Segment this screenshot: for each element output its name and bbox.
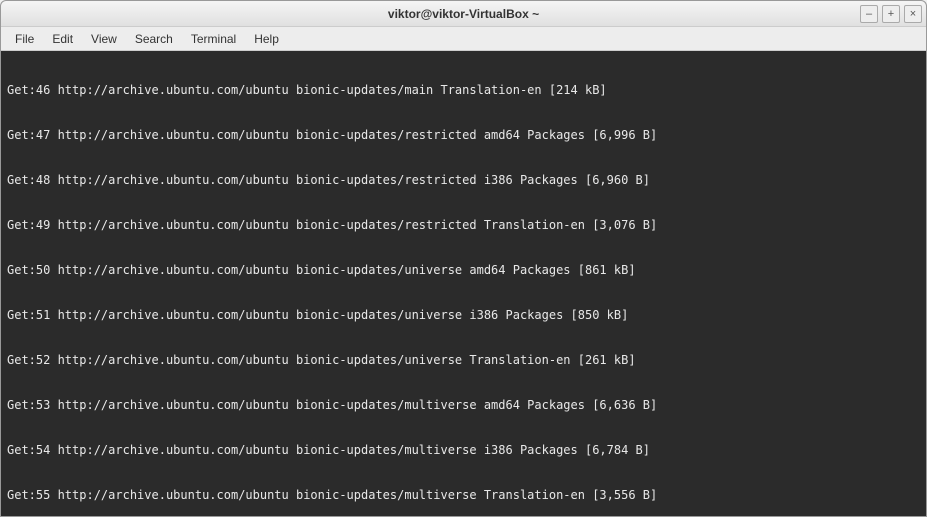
- output-line: Get:53 http://archive.ubuntu.com/ubuntu …: [7, 398, 920, 413]
- output-line: Get:49 http://archive.ubuntu.com/ubuntu …: [7, 218, 920, 233]
- menu-help[interactable]: Help: [246, 29, 287, 49]
- output-line: Get:55 http://archive.ubuntu.com/ubuntu …: [7, 488, 920, 503]
- maximize-button[interactable]: +: [882, 5, 900, 23]
- menu-file[interactable]: File: [7, 29, 42, 49]
- minimize-button[interactable]: –: [860, 5, 878, 23]
- menu-view[interactable]: View: [83, 29, 125, 49]
- titlebar[interactable]: viktor@viktor-VirtualBox ~ – + ×: [1, 1, 926, 27]
- menu-terminal[interactable]: Terminal: [183, 29, 244, 49]
- output-line: Get:46 http://archive.ubuntu.com/ubuntu …: [7, 83, 920, 98]
- close-button[interactable]: ×: [904, 5, 922, 23]
- menu-search[interactable]: Search: [127, 29, 181, 49]
- output-line: Get:50 http://archive.ubuntu.com/ubuntu …: [7, 263, 920, 278]
- output-line: Get:51 http://archive.ubuntu.com/ubuntu …: [7, 308, 920, 323]
- menu-edit[interactable]: Edit: [44, 29, 81, 49]
- output-line: Get:54 http://archive.ubuntu.com/ubuntu …: [7, 443, 920, 458]
- output-line: Get:52 http://archive.ubuntu.com/ubuntu …: [7, 353, 920, 368]
- terminal-output[interactable]: Get:46 http://archive.ubuntu.com/ubuntu …: [1, 51, 926, 516]
- menubar: File Edit View Search Terminal Help: [1, 27, 926, 51]
- window-controls: – + ×: [860, 5, 922, 23]
- output-line: Get:47 http://archive.ubuntu.com/ubuntu …: [7, 128, 920, 143]
- window-title: viktor@viktor-VirtualBox ~: [388, 7, 539, 21]
- output-line: Get:48 http://archive.ubuntu.com/ubuntu …: [7, 173, 920, 188]
- terminal-window: viktor@viktor-VirtualBox ~ – + × File Ed…: [0, 0, 927, 517]
